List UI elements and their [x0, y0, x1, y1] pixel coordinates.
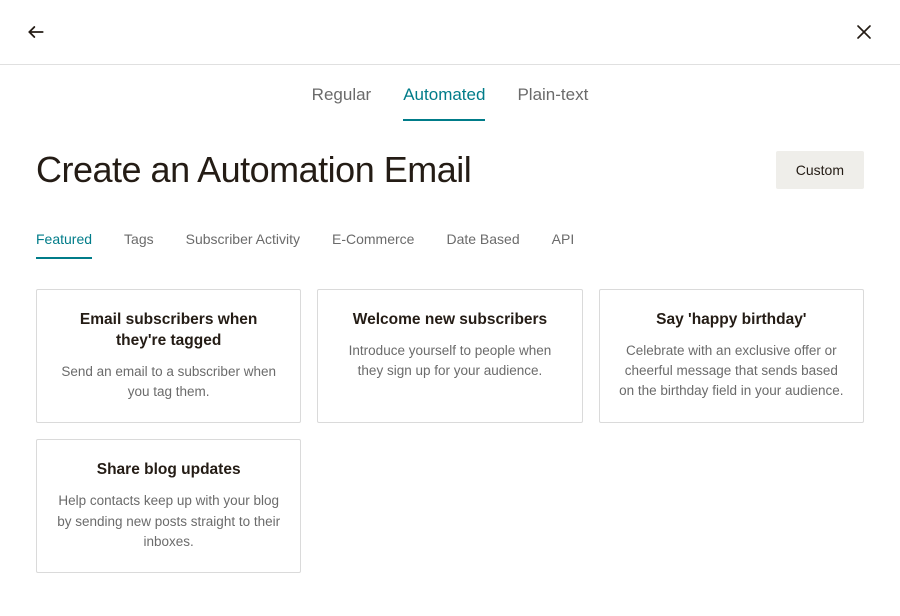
card-title: Email subscribers when they're tagged — [55, 310, 282, 352]
arrow-left-icon — [26, 22, 46, 42]
tab-regular[interactable]: Regular — [312, 85, 372, 121]
card-welcome-subscribers[interactable]: Welcome new subscribers Introduce yourse… — [317, 289, 582, 423]
card-happy-birthday[interactable]: Say 'happy birthday' Celebrate with an e… — [599, 289, 864, 423]
tab-automated[interactable]: Automated — [403, 85, 485, 121]
subtab-tags[interactable]: Tags — [124, 231, 154, 259]
card-title: Say 'happy birthday' — [656, 310, 806, 331]
content: Create an Automation Email Custom Featur… — [0, 121, 900, 573]
subtab-date-based[interactable]: Date Based — [446, 231, 519, 259]
topbar — [0, 0, 900, 65]
subtab-subscriber-activity[interactable]: Subscriber Activity — [186, 231, 300, 259]
card-share-blog-updates[interactable]: Share blog updates Help contacts keep up… — [36, 439, 301, 573]
card-email-when-tagged[interactable]: Email subscribers when they're tagged Se… — [36, 289, 301, 423]
subtab-api[interactable]: API — [552, 231, 575, 259]
custom-button[interactable]: Custom — [776, 151, 864, 189]
back-button[interactable] — [24, 20, 48, 44]
close-button[interactable] — [852, 20, 876, 44]
page-title: Create an Automation Email — [36, 149, 471, 191]
close-icon — [855, 23, 873, 41]
main-tabs: Regular Automated Plain-text — [0, 65, 900, 121]
card-desc: Celebrate with an exclusive offer or che… — [618, 341, 845, 402]
subtab-ecommerce[interactable]: E-Commerce — [332, 231, 414, 259]
card-title: Share blog updates — [97, 460, 241, 481]
sub-tabs: Featured Tags Subscriber Activity E-Comm… — [36, 231, 864, 259]
card-desc: Introduce yourself to people when they s… — [336, 341, 563, 382]
cards-grid: Email subscribers when they're tagged Se… — [36, 289, 864, 573]
card-desc: Help contacts keep up with your blog by … — [55, 491, 282, 552]
card-desc: Send an email to a subscriber when you t… — [55, 362, 282, 403]
subtab-featured[interactable]: Featured — [36, 231, 92, 259]
tab-plain-text[interactable]: Plain-text — [517, 85, 588, 121]
card-title: Welcome new subscribers — [353, 310, 547, 331]
title-row: Create an Automation Email Custom — [36, 149, 864, 191]
